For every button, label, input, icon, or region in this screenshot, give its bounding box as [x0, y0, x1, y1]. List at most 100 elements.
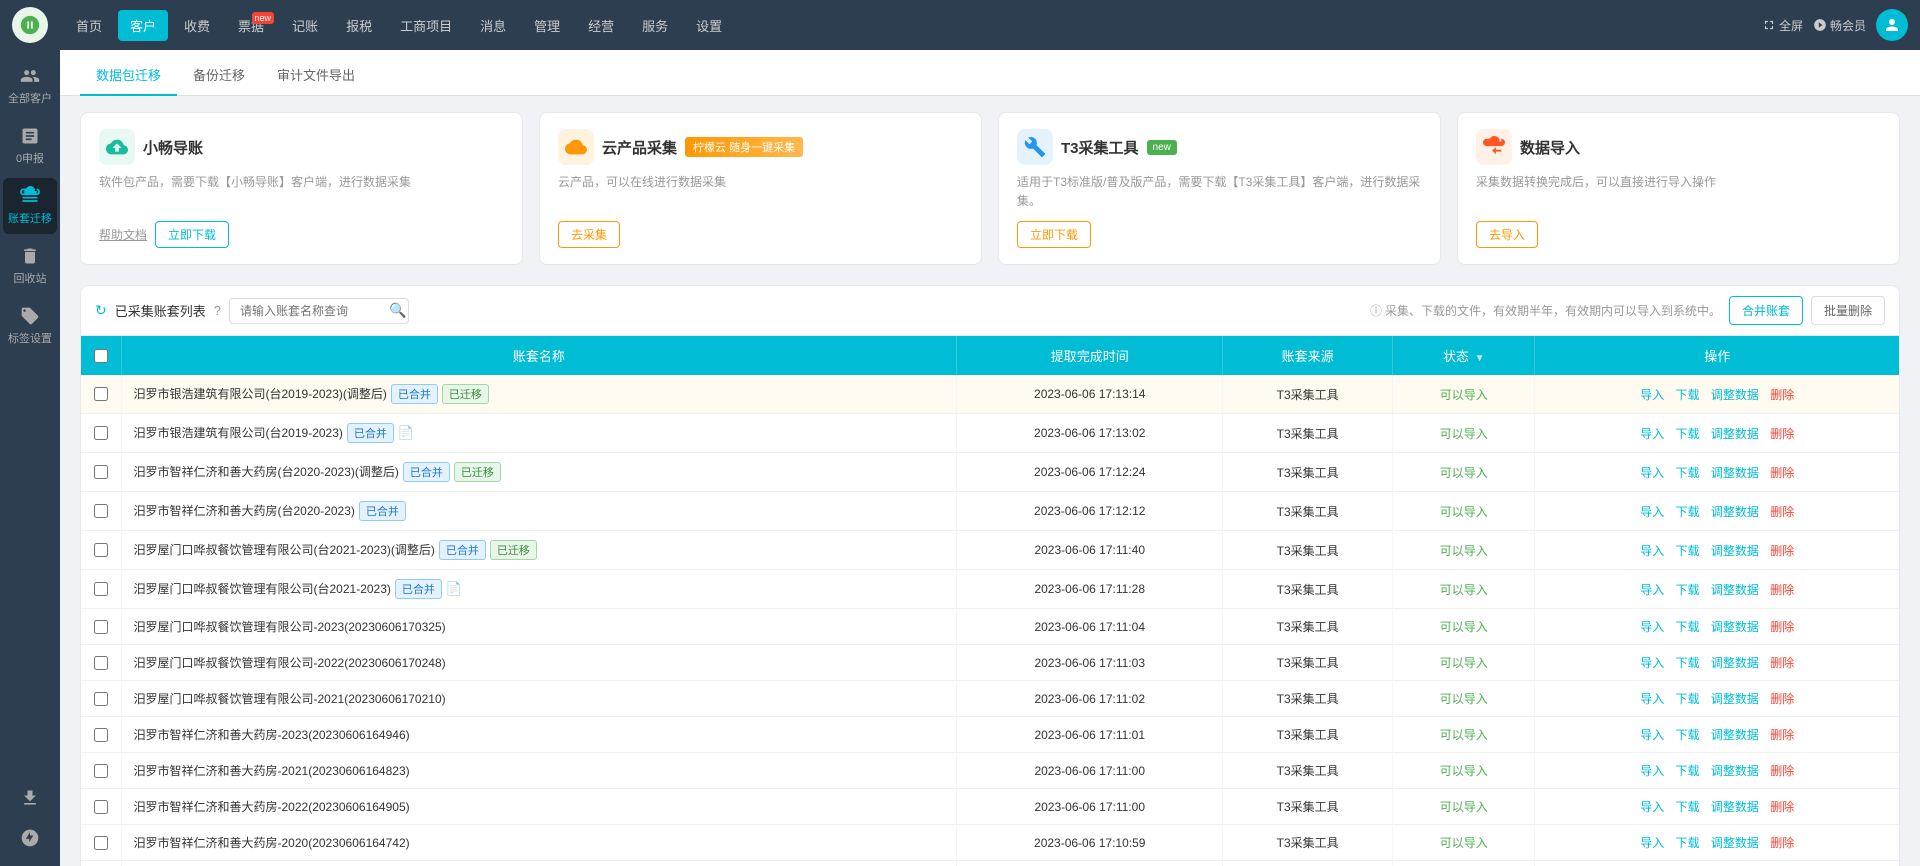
- action-download-10[interactable]: 下载: [1672, 728, 1704, 742]
- nav-manage[interactable]: 管理: [522, 10, 572, 41]
- action-download-8[interactable]: 下载: [1672, 656, 1704, 670]
- nav-bookkeeping[interactable]: 记账: [280, 10, 330, 41]
- action-delete-6[interactable]: 删除: [1766, 583, 1798, 597]
- row-checkbox-11[interactable]: [94, 764, 108, 778]
- download-now-btn-2[interactable]: 立即下载: [1017, 221, 1091, 248]
- row-checkbox-12[interactable]: [94, 800, 108, 814]
- refresh-icon[interactable]: ↻: [95, 302, 107, 319]
- go-import-btn[interactable]: 去导入: [1476, 221, 1538, 248]
- nav-home[interactable]: 首页: [64, 10, 114, 41]
- row-checkbox-10[interactable]: [94, 728, 108, 742]
- sidebar-item-config[interactable]: [3, 820, 57, 856]
- action-adjust-6[interactable]: 调整数据: [1707, 583, 1763, 597]
- action-download-2[interactable]: 下载: [1672, 427, 1704, 441]
- action-download-3[interactable]: 下载: [1672, 466, 1704, 480]
- action-delete-8[interactable]: 删除: [1766, 656, 1798, 670]
- action-adjust-5[interactable]: 调整数据: [1707, 544, 1763, 558]
- select-all-checkbox[interactable]: [94, 349, 108, 363]
- action-delete-12[interactable]: 删除: [1766, 800, 1798, 814]
- tab-audit-export[interactable]: 审计文件导出: [261, 55, 371, 96]
- row-checkbox-3[interactable]: [94, 465, 108, 479]
- nav-operation[interactable]: 经营: [576, 10, 626, 41]
- nav-service[interactable]: 服务: [630, 10, 680, 41]
- action-delete-7[interactable]: 删除: [1766, 620, 1798, 634]
- fullscreen-button[interactable]: 全屏: [1762, 17, 1803, 34]
- row-checkbox-6[interactable]: [94, 582, 108, 596]
- action-import-7[interactable]: 导入: [1636, 620, 1668, 634]
- sidebar-item-tag-settings[interactable]: 标签设置: [3, 298, 57, 354]
- action-delete-13[interactable]: 删除: [1766, 836, 1798, 850]
- sidebar-item-recycle[interactable]: 回收站: [3, 238, 57, 294]
- action-import-6[interactable]: 导入: [1636, 583, 1668, 597]
- tab-data-migration[interactable]: 数据包迁移: [80, 55, 177, 96]
- nav-customer[interactable]: 客户: [118, 10, 168, 41]
- merge-accounts-btn[interactable]: 合并账套: [1729, 296, 1803, 325]
- action-adjust-3[interactable]: 调整数据: [1707, 466, 1763, 480]
- row-checkbox-5[interactable]: [94, 543, 108, 557]
- action-adjust-2[interactable]: 调整数据: [1707, 427, 1763, 441]
- action-import-1[interactable]: 导入: [1636, 388, 1668, 402]
- member-button[interactable]: 畅会员: [1813, 17, 1866, 34]
- action-delete-9[interactable]: 删除: [1766, 692, 1798, 706]
- action-delete-1[interactable]: 删除: [1766, 388, 1798, 402]
- action-adjust-11[interactable]: 调整数据: [1707, 764, 1763, 778]
- sidebar-item-download[interactable]: [3, 780, 57, 816]
- action-download-12[interactable]: 下载: [1672, 800, 1704, 814]
- nav-message[interactable]: 消息: [468, 10, 518, 41]
- action-adjust-4[interactable]: 调整数据: [1707, 505, 1763, 519]
- action-delete-4[interactable]: 删除: [1766, 505, 1798, 519]
- action-import-3[interactable]: 导入: [1636, 466, 1668, 480]
- action-import-10[interactable]: 导入: [1636, 728, 1668, 742]
- action-download-7[interactable]: 下载: [1672, 620, 1704, 634]
- th-status[interactable]: 状态 ▼: [1393, 336, 1535, 375]
- tab-backup-migration[interactable]: 备份迁移: [177, 55, 261, 96]
- action-adjust-12[interactable]: 调整数据: [1707, 800, 1763, 814]
- nav-invoice[interactable]: 票据new: [226, 10, 276, 41]
- search-input[interactable]: [229, 298, 409, 324]
- action-download-13[interactable]: 下载: [1672, 836, 1704, 850]
- row-checkbox-9[interactable]: [94, 692, 108, 706]
- action-import-4[interactable]: 导入: [1636, 505, 1668, 519]
- action-import-9[interactable]: 导入: [1636, 692, 1668, 706]
- action-adjust-7[interactable]: 调整数据: [1707, 620, 1763, 634]
- sidebar-item-all-customers[interactable]: 全部客户: [3, 58, 57, 114]
- action-adjust-8[interactable]: 调整数据: [1707, 656, 1763, 670]
- nav-tax[interactable]: 报税: [334, 10, 384, 41]
- action-delete-3[interactable]: 删除: [1766, 466, 1798, 480]
- row-checkbox-2[interactable]: [94, 426, 108, 440]
- row-checkbox-4[interactable]: [94, 504, 108, 518]
- action-download-9[interactable]: 下载: [1672, 692, 1704, 706]
- action-download-5[interactable]: 下载: [1672, 544, 1704, 558]
- action-download-11[interactable]: 下载: [1672, 764, 1704, 778]
- action-import-12[interactable]: 导入: [1636, 800, 1668, 814]
- action-download-4[interactable]: 下载: [1672, 505, 1704, 519]
- action-import-13[interactable]: 导入: [1636, 836, 1668, 850]
- nav-business[interactable]: 工商项目: [388, 10, 464, 41]
- go-collect-btn[interactable]: 去采集: [558, 221, 620, 248]
- action-adjust-1[interactable]: 调整数据: [1707, 388, 1763, 402]
- batch-delete-btn[interactable]: 批量删除: [1811, 296, 1885, 325]
- row-checkbox-1[interactable]: [94, 387, 108, 401]
- nav-settings[interactable]: 设置: [684, 10, 734, 41]
- sidebar-item-account-migrate[interactable]: 账套迁移: [3, 178, 57, 234]
- action-adjust-13[interactable]: 调整数据: [1707, 836, 1763, 850]
- row-checkbox-7[interactable]: [94, 620, 108, 634]
- user-avatar[interactable]: [1876, 9, 1908, 41]
- action-adjust-10[interactable]: 调整数据: [1707, 728, 1763, 742]
- action-adjust-9[interactable]: 调整数据: [1707, 692, 1763, 706]
- action-delete-2[interactable]: 删除: [1766, 427, 1798, 441]
- action-delete-5[interactable]: 删除: [1766, 544, 1798, 558]
- row-checkbox-13[interactable]: [94, 836, 108, 850]
- app-logo[interactable]: [12, 7, 48, 43]
- action-delete-11[interactable]: 删除: [1766, 764, 1798, 778]
- action-delete-10[interactable]: 删除: [1766, 728, 1798, 742]
- row-checkbox-8[interactable]: [94, 656, 108, 670]
- action-download-1[interactable]: 下载: [1672, 388, 1704, 402]
- action-import-8[interactable]: 导入: [1636, 656, 1668, 670]
- action-import-11[interactable]: 导入: [1636, 764, 1668, 778]
- action-import-5[interactable]: 导入: [1636, 544, 1668, 558]
- search-button[interactable]: 🔍: [389, 302, 406, 319]
- help-icon[interactable]: ?: [214, 303, 221, 318]
- action-import-2[interactable]: 导入: [1636, 427, 1668, 441]
- sidebar-item-zero-report[interactable]: 0申报: [3, 118, 57, 174]
